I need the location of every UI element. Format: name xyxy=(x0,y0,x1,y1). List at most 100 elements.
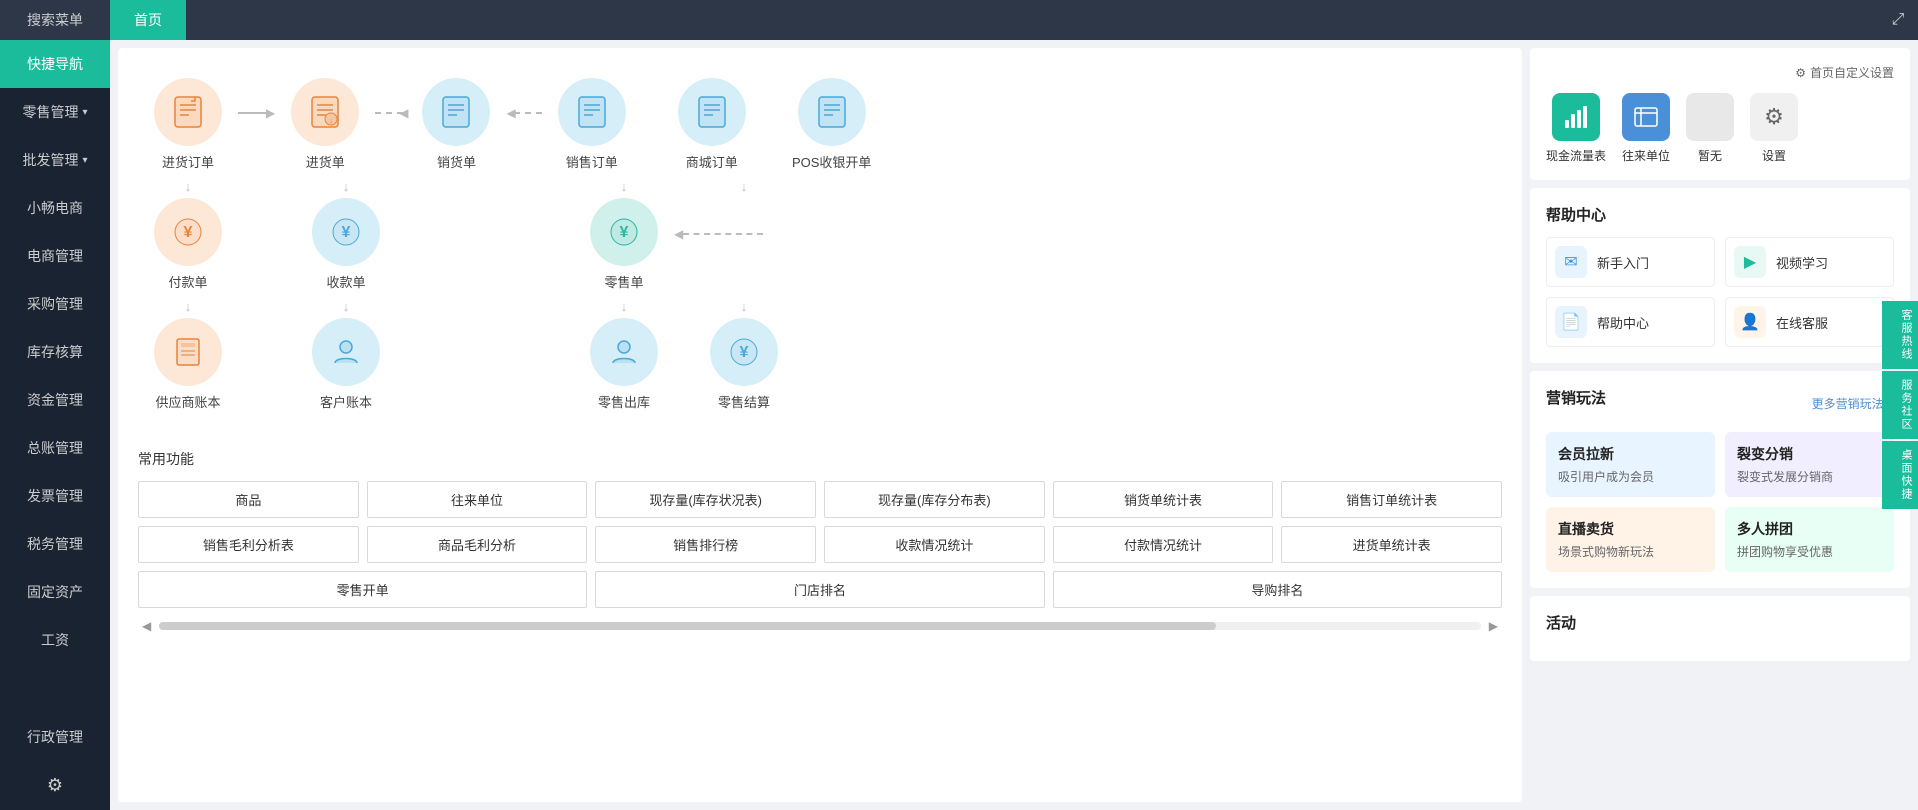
fullscreen-icon[interactable]: ⤢ xyxy=(1878,0,1918,40)
float-btn-community[interactable]: 服务社区 xyxy=(1882,371,1918,439)
node-label: 零售结算 xyxy=(718,392,770,411)
chevron-down-icon: ▾ xyxy=(82,155,87,166)
func-btn-payment-stat[interactable]: 付款情况统计 xyxy=(1053,526,1274,563)
sidebar-item-label: 资金管理 xyxy=(27,390,83,410)
marketing-item-groupbuy[interactable]: 多人拼团 拼团购物享受优惠 xyxy=(1725,507,1894,572)
func-btn-sales-stat[interactable]: 销货单统计表 xyxy=(1053,481,1274,518)
tab-home[interactable]: 首页 xyxy=(110,0,186,40)
func-btn-sales-rank[interactable]: 销售排行榜 xyxy=(595,526,816,563)
cashflow-icon-box xyxy=(1552,93,1600,141)
help-item-label: 在线客服 xyxy=(1776,313,1828,332)
sidebar-item-label: 采购管理 xyxy=(27,294,83,314)
sidebar-bottom: 行政管理 ⚙ xyxy=(0,713,110,810)
quick-icon-partners[interactable]: 往来单位 xyxy=(1622,93,1670,164)
flow-node-supplier-account[interactable]: 供应商账本 xyxy=(138,318,238,411)
search-menu-button[interactable]: 搜索菜单 xyxy=(0,0,110,40)
flow-node-mall-order[interactable]: 商城订单 xyxy=(662,78,762,171)
flow-node-receipt[interactable]: ¥ 收款单 xyxy=(296,198,396,291)
func-btn-stock-status[interactable]: 现存量(库存状况表) xyxy=(595,481,816,518)
func-btn-store-rank[interactable]: 门店排名 xyxy=(595,571,1044,608)
svg-text:¥: ¥ xyxy=(740,344,749,361)
node-label: POS收银开单 xyxy=(792,152,871,171)
scroll-left-btn[interactable]: ◀ xyxy=(138,619,155,633)
flow-node-purchase-order[interactable]: 进货订单 xyxy=(138,78,238,171)
flow-node-payment[interactable]: ¥ 付款单 xyxy=(138,198,238,291)
flow-node-retail-out[interactable]: 零售出库 xyxy=(574,318,674,411)
sidebar-item-finance[interactable]: 资金管理 xyxy=(0,376,110,424)
func-btn-guide-rank[interactable]: 导购排名 xyxy=(1053,571,1502,608)
float-btn-desktop[interactable]: 桌面快捷 xyxy=(1882,441,1918,509)
sidebar-item-label: 发票管理 xyxy=(27,486,83,506)
flow-node-retail-settle[interactable]: ¥ 零售结算 xyxy=(694,318,794,411)
sidebar-settings-icon[interactable]: ⚙ xyxy=(0,761,110,810)
sidebar-item-payroll[interactable]: 工资 xyxy=(0,616,110,664)
flow-diagram: 进货订单 ▶ xyxy=(138,68,1502,429)
func-buttons-row1: 商品 往来单位 现存量(库存状况表) 现存量(库存分布表) 销货单统计表 销售订… xyxy=(138,481,1502,518)
node-label: 商城订单 xyxy=(686,152,738,171)
content-split: 进货订单 ▶ xyxy=(110,40,1918,810)
sidebar-item-assets[interactable]: 固定资产 xyxy=(0,568,110,616)
func-buttons-row2: 销售毛利分析表 商品毛利分析 销售排行榜 收款情况统计 付款情况统计 进货单统计… xyxy=(138,526,1502,563)
func-btn-retail-order[interactable]: 零售开单 xyxy=(138,571,587,608)
quick-access: ⚙ 首页自定义设置 xyxy=(1530,48,1910,180)
flow-node-sales-order[interactable]: 销售订单 xyxy=(542,78,642,171)
help-item-video[interactable]: ▶ 视频学习 xyxy=(1725,237,1894,287)
sidebar-item-label: 总账管理 xyxy=(27,438,83,458)
func-btn-stock-dist[interactable]: 现存量(库存分布表) xyxy=(824,481,1045,518)
marketing-header: 营销玩法 更多营销玩法 > xyxy=(1546,387,1894,420)
node-label: 客户账本 xyxy=(320,392,372,411)
quick-icon-label: 设置 xyxy=(1762,147,1786,164)
help-item-beginner[interactable]: ✉ 新手入门 xyxy=(1546,237,1715,287)
flow-node-sales[interactable]: 销货单 xyxy=(406,78,506,171)
help-grid: ✉ 新手入门 ▶ 视频学习 📄 帮助中心 👤 xyxy=(1546,237,1894,347)
flow-node-customer-account[interactable]: 客户账本 xyxy=(296,318,396,411)
flow-node-retail-bill[interactable]: ¥ 零售单 xyxy=(574,198,674,291)
func-buttons-row3: 零售开单 门店排名 导购排名 xyxy=(138,571,1502,608)
sidebar-item-quicknav[interactable]: 快捷导航 xyxy=(0,40,110,88)
marketing-item-live[interactable]: 直播卖货 场景式购物新玩法 xyxy=(1546,507,1715,572)
quick-icon-settings[interactable]: ⚙ 设置 xyxy=(1750,93,1798,164)
scroll-track[interactable] xyxy=(159,622,1481,630)
node-label: 零售出库 xyxy=(598,392,650,411)
func-btn-sales-margin[interactable]: 销售毛利分析表 xyxy=(138,526,359,563)
func-btn-purchase-stat[interactable]: 进货单统计表 xyxy=(1281,526,1502,563)
sidebar-item-invoice[interactable]: 发票管理 xyxy=(0,472,110,520)
func-btn-salesorder-stat[interactable]: 销售订单统计表 xyxy=(1281,481,1502,518)
quick-icon-cashflow[interactable]: 现金流量表 xyxy=(1546,93,1606,164)
func-btn-receipt-stat[interactable]: 收款情况统计 xyxy=(824,526,1045,563)
quick-icon-none[interactable]: 暂无 xyxy=(1686,93,1734,164)
marketing-item-desc: 吸引用户成为会员 xyxy=(1558,468,1703,485)
help-item-online-service[interactable]: 👤 在线客服 xyxy=(1725,297,1894,347)
sidebar-item-purchase[interactable]: 采购管理 xyxy=(0,280,110,328)
flow-node-pos[interactable]: POS收银开单 xyxy=(782,78,882,171)
help-center: 帮助中心 ✉ 新手入门 ▶ 视频学习 📄 帮助中心 xyxy=(1530,188,1910,363)
sidebar-item-label: 电商管理 xyxy=(27,246,83,266)
marketing-item-fission[interactable]: 裂变分销 裂变式发展分销商 xyxy=(1725,432,1894,497)
help-item-helpcenter[interactable]: 📄 帮助中心 xyxy=(1546,297,1715,347)
help-item-label: 视频学习 xyxy=(1776,253,1828,272)
sidebar-item-admin[interactable]: 行政管理 xyxy=(0,713,110,761)
partners-icon-box xyxy=(1622,93,1670,141)
float-btn-service[interactable]: 客服热线 xyxy=(1882,301,1918,369)
marketing-item-title: 直播卖货 xyxy=(1558,519,1703,539)
sidebar-item-label: 行政管理 xyxy=(27,727,83,747)
func-btn-goods-margin[interactable]: 商品毛利分析 xyxy=(367,526,588,563)
svg-text:¥: ¥ xyxy=(184,224,193,241)
marketing-item-member[interactable]: 会员拉新 吸引用户成为会员 xyxy=(1546,432,1715,497)
settings-icon: ⚙ xyxy=(1764,104,1784,130)
sidebar-item-wholesale[interactable]: 批发管理 ▾ xyxy=(0,136,110,184)
func-btn-goods[interactable]: 商品 xyxy=(138,481,359,518)
func-btn-partners[interactable]: 往来单位 xyxy=(367,481,588,518)
sidebar-item-retail[interactable]: 零售管理 ▾ xyxy=(0,88,110,136)
flow-node-purchase[interactable]: ↓ 进货单 xyxy=(275,78,375,171)
sidebar-item-tax[interactable]: 税务管理 xyxy=(0,520,110,568)
sidebar-item-label: 零售管理 xyxy=(22,102,78,122)
sidebar-item-ecom-mgr[interactable]: 电商管理 xyxy=(0,232,110,280)
beginner-icon: ✉ xyxy=(1555,246,1587,278)
sidebar-item-inventory[interactable]: 库存核算 xyxy=(0,328,110,376)
sidebar-item-label: 小畅电商 xyxy=(27,198,83,218)
sidebar-item-ecom-small[interactable]: 小畅电商 xyxy=(0,184,110,232)
sidebar-item-ledger[interactable]: 总账管理 xyxy=(0,424,110,472)
customize-homepage-btn[interactable]: ⚙ 首页自定义设置 xyxy=(1795,64,1894,81)
scroll-right-btn[interactable]: ▶ xyxy=(1485,619,1502,633)
